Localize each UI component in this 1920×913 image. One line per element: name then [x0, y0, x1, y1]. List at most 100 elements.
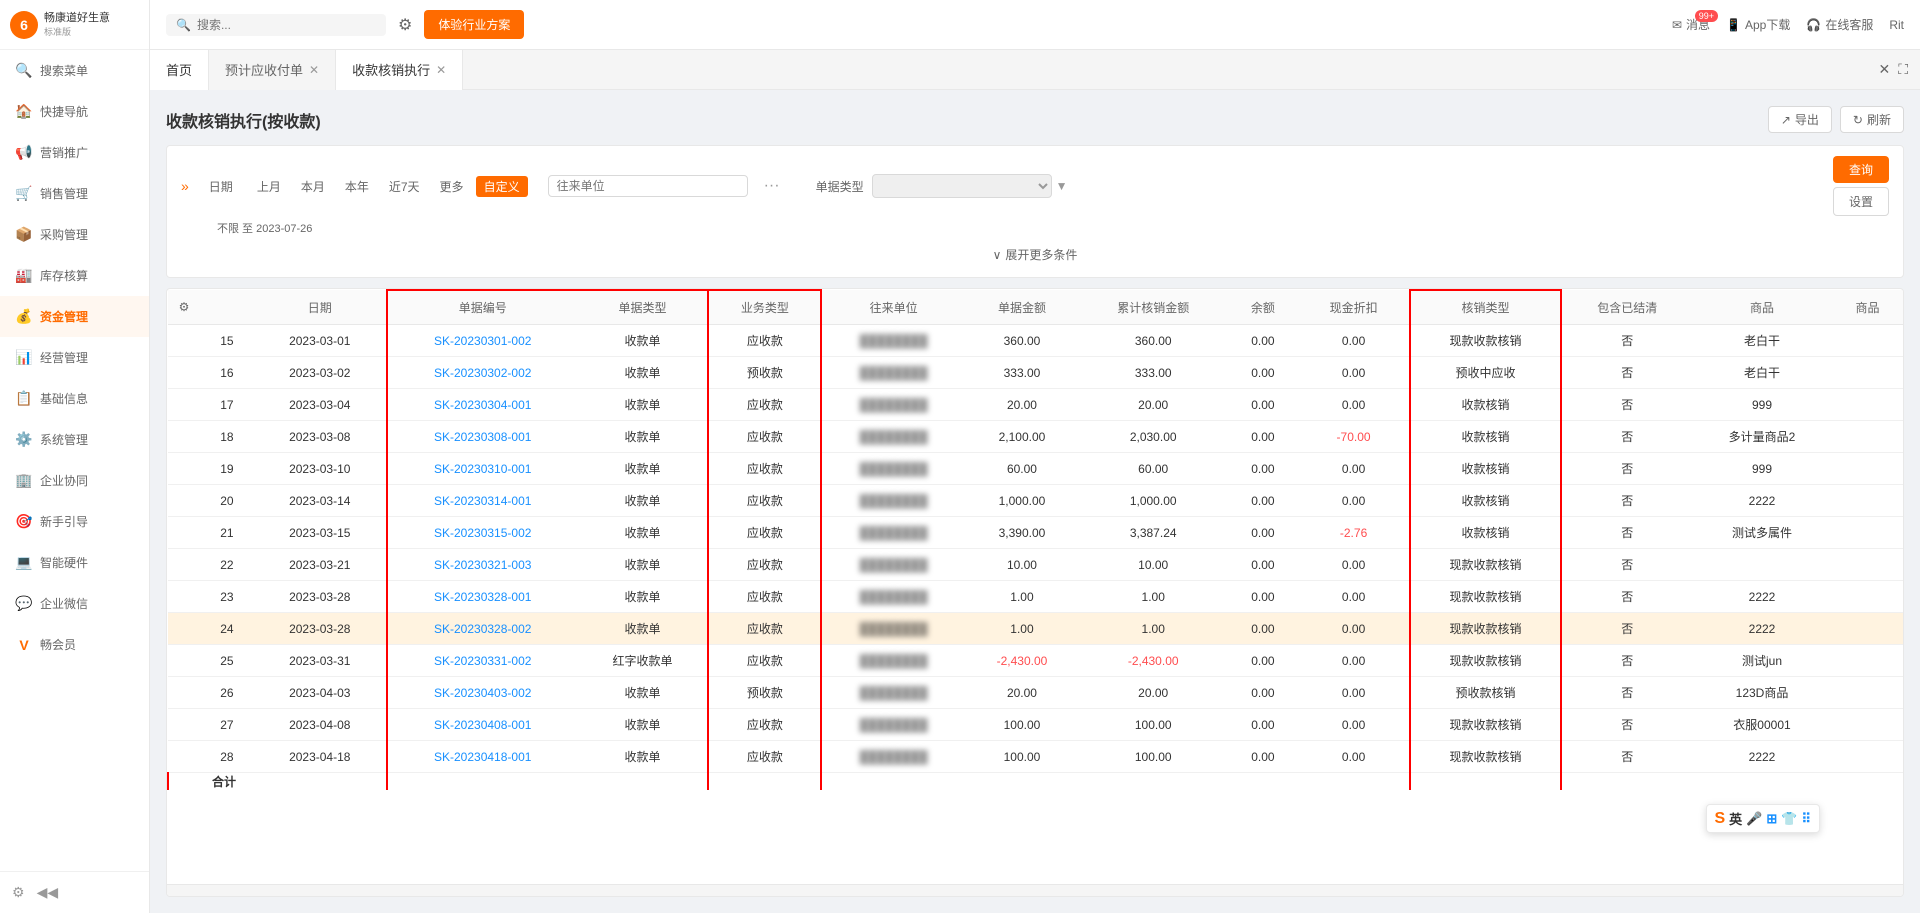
cell-docno: SK-20230331-002 [387, 645, 578, 677]
doc-no-link[interactable]: SK-20230408-001 [434, 718, 531, 732]
doc-no-link[interactable]: SK-20230315-002 [434, 526, 531, 540]
footer-cashdiscount [1298, 773, 1409, 791]
message-button[interactable]: ✉ 消息 99+ [1672, 16, 1710, 33]
date-custom-btn[interactable]: 自定义 [476, 176, 528, 197]
cell-counterparty: ████████ [821, 549, 965, 581]
unit-picker-icon[interactable]: ··· [764, 177, 780, 195]
cell-product2 [1832, 453, 1903, 485]
table-row[interactable]: 22 2023-03-21 SK-20230321-003 收款单 应收款 ██… [168, 549, 1903, 581]
cell-counterparty: ████████ [821, 453, 965, 485]
cell-index: 17 [200, 389, 254, 421]
date-btn-more[interactable]: 更多 [432, 176, 472, 197]
table-row[interactable]: 23 2023-03-28 SK-20230328-001 收款单 应收款 ██… [168, 581, 1903, 613]
table-row[interactable]: 26 2023-04-03 SK-20230403-002 收款单 预收款 ██… [168, 677, 1903, 709]
app-download-button[interactable]: 📱 App下载 [1726, 16, 1790, 33]
doc-no-link[interactable]: SK-20230302-002 [434, 366, 531, 380]
user-account[interactable]: Rit [1889, 18, 1904, 32]
collapse-icon[interactable]: ◀◀ [37, 884, 59, 901]
sidebar-item-newbie[interactable]: 🎯 新手引导 [0, 501, 149, 542]
table-row[interactable]: 15 2023-03-01 SK-20230301-002 收款单 应收款 ██… [168, 325, 1903, 357]
top-header: 🔍 ⚙ 体验行业方案 ✉ 消息 99+ 📱 App下载 🎧 在线客服 Rit [150, 0, 1920, 50]
doc-no-link[interactable]: SK-20230310-001 [434, 462, 531, 476]
cell-canceltype: 预收中应收 [1410, 357, 1562, 389]
unit-input[interactable] [548, 175, 748, 197]
type-select[interactable] [872, 174, 1052, 198]
tab-receivable[interactable]: 预计应收付单 ✕ [209, 50, 336, 90]
tab-home[interactable]: 首页 [150, 50, 209, 90]
sidebar-item-purchase[interactable]: 📦 采购管理 [0, 214, 149, 255]
table-row[interactable]: 16 2023-03-02 SK-20230302-002 收款单 预收款 ██… [168, 357, 1903, 389]
query-button[interactable]: 查询 [1833, 156, 1889, 183]
table-row[interactable]: 25 2023-03-31 SK-20230331-002 红字收款单 应收款 … [168, 645, 1903, 677]
col-header-product: 商品 [1692, 290, 1832, 325]
online-service-button[interactable]: 🎧 在线客服 [1806, 16, 1873, 33]
tab-close-icon-2[interactable]: ✕ [436, 63, 446, 77]
doc-no-link[interactable]: SK-20230314-001 [434, 494, 531, 508]
sidebar-item-search[interactable]: 🔍 搜索菜单 [0, 50, 149, 91]
doc-no-link[interactable]: SK-20230328-002 [434, 622, 531, 636]
trial-button[interactable]: 体验行业方案 [424, 10, 524, 39]
home-icon: 🏠 [16, 104, 32, 120]
footer-gear [168, 773, 200, 791]
date-btn-last-month[interactable]: 上月 [249, 176, 289, 197]
doc-no-link[interactable]: SK-20230418-001 [434, 750, 531, 764]
col-header-gear[interactable]: ⚙ [168, 290, 200, 325]
export-button[interactable]: ↗ 导出 [1768, 106, 1832, 133]
doc-no-link[interactable]: SK-20230403-002 [434, 686, 531, 700]
sidebar-item-marketing[interactable]: 📢 营销推广 [0, 132, 149, 173]
date-btn-this-month[interactable]: 本月 [293, 176, 333, 197]
gear-settings-icon[interactable]: ⚙ [398, 15, 412, 35]
sidebar-item-enterprise[interactable]: 🏢 企业协同 [0, 460, 149, 501]
cell-biztype: 应收款 [708, 453, 821, 485]
sidebar-item-quicknav[interactable]: 🏠 快捷导航 [0, 91, 149, 132]
cell-date: 2023-04-03 [254, 677, 387, 709]
settings-bottom-icon[interactable]: ⚙ [12, 884, 25, 901]
cell-counterparty: ████████ [821, 357, 965, 389]
sidebar-item-sales[interactable]: 🛒 销售管理 [0, 173, 149, 214]
scrollbar[interactable] [167, 884, 1903, 896]
sidebar-item-wechat[interactable]: 💬 企业微信 [0, 583, 149, 624]
table-row[interactable]: 18 2023-03-08 SK-20230308-001 收款单 应收款 ██… [168, 421, 1903, 453]
maximize-icon[interactable]: ⛶ [1898, 61, 1908, 78]
sidebar-item-basic[interactable]: 📋 基础信息 [0, 378, 149, 419]
close-window-icon[interactable]: ✕ [1878, 61, 1890, 78]
tab-writeoff[interactable]: 收款核销执行 ✕ [336, 50, 463, 90]
tab-close-icon[interactable]: ✕ [309, 63, 319, 77]
doc-no-link[interactable]: SK-20230331-002 [434, 654, 531, 668]
date-btn-this-year[interactable]: 本年 [337, 176, 377, 197]
cell-amount: 100.00 [965, 709, 1079, 741]
cell-gear [168, 517, 200, 549]
cell-docno: SK-20230328-002 [387, 613, 578, 645]
search-input[interactable] [197, 18, 337, 32]
sidebar-item-system[interactable]: ⚙️ 系统管理 [0, 419, 149, 460]
date-btn-7days[interactable]: 近7天 [381, 176, 428, 197]
doc-no-link[interactable]: SK-20230328-001 [434, 590, 531, 604]
refresh-button[interactable]: ↻ 刷新 [1840, 106, 1904, 133]
cell-date: 2023-03-14 [254, 485, 387, 517]
doc-no-link[interactable]: SK-20230308-001 [434, 430, 531, 444]
filter-row: » 日期 上月 本月 本年 近7天 更多 自定义 ··· 单据类型 [181, 156, 1889, 216]
table-wrapper[interactable]: ⚙ 日期 单据编号 单据类型 业务类型 往来单位 单据金额 累计核销金额 余额 … [167, 289, 1903, 884]
table-row[interactable]: 24 2023-03-28 SK-20230328-002 收款单 应收款 ██… [168, 613, 1903, 645]
table-row[interactable]: 17 2023-03-04 SK-20230304-001 收款单 应收款 ██… [168, 389, 1903, 421]
cell-docno: SK-20230328-001 [387, 581, 578, 613]
filter-toggle-icon[interactable]: » [181, 178, 189, 194]
sidebar-item-business[interactable]: 📊 经营管理 [0, 337, 149, 378]
doc-no-link[interactable]: SK-20230304-001 [434, 398, 531, 412]
cell-canceltype: 预收款核销 [1410, 677, 1562, 709]
doc-no-link[interactable]: SK-20230321-003 [434, 558, 531, 572]
cell-cumcancel: 1.00 [1079, 613, 1227, 645]
table-row[interactable]: 20 2023-03-14 SK-20230314-001 收款单 应收款 ██… [168, 485, 1903, 517]
sidebar-item-finance[interactable]: 💰 资金管理 [0, 296, 149, 337]
sidebar-item-inventory[interactable]: 🏭 库存核算 [0, 255, 149, 296]
setting-button[interactable]: 设置 [1833, 187, 1889, 216]
table-row[interactable]: 27 2023-04-08 SK-20230408-001 收款单 应收款 ██… [168, 709, 1903, 741]
expand-conditions-btn[interactable]: ∨ 展开更多条件 [181, 242, 1889, 267]
doc-no-link[interactable]: SK-20230301-002 [434, 334, 531, 348]
table-row[interactable]: 21 2023-03-15 SK-20230315-002 收款单 应收款 ██… [168, 517, 1903, 549]
table-row[interactable]: 28 2023-04-18 SK-20230418-001 收款单 应收款 ██… [168, 741, 1903, 773]
watermark-mic-icon: 🎤 [1746, 811, 1762, 827]
sidebar-item-hardware[interactable]: 💻 智能硬件 [0, 542, 149, 583]
sidebar-item-member[interactable]: V 畅会员 [0, 624, 149, 665]
table-row[interactable]: 19 2023-03-10 SK-20230310-001 收款单 应收款 ██… [168, 453, 1903, 485]
